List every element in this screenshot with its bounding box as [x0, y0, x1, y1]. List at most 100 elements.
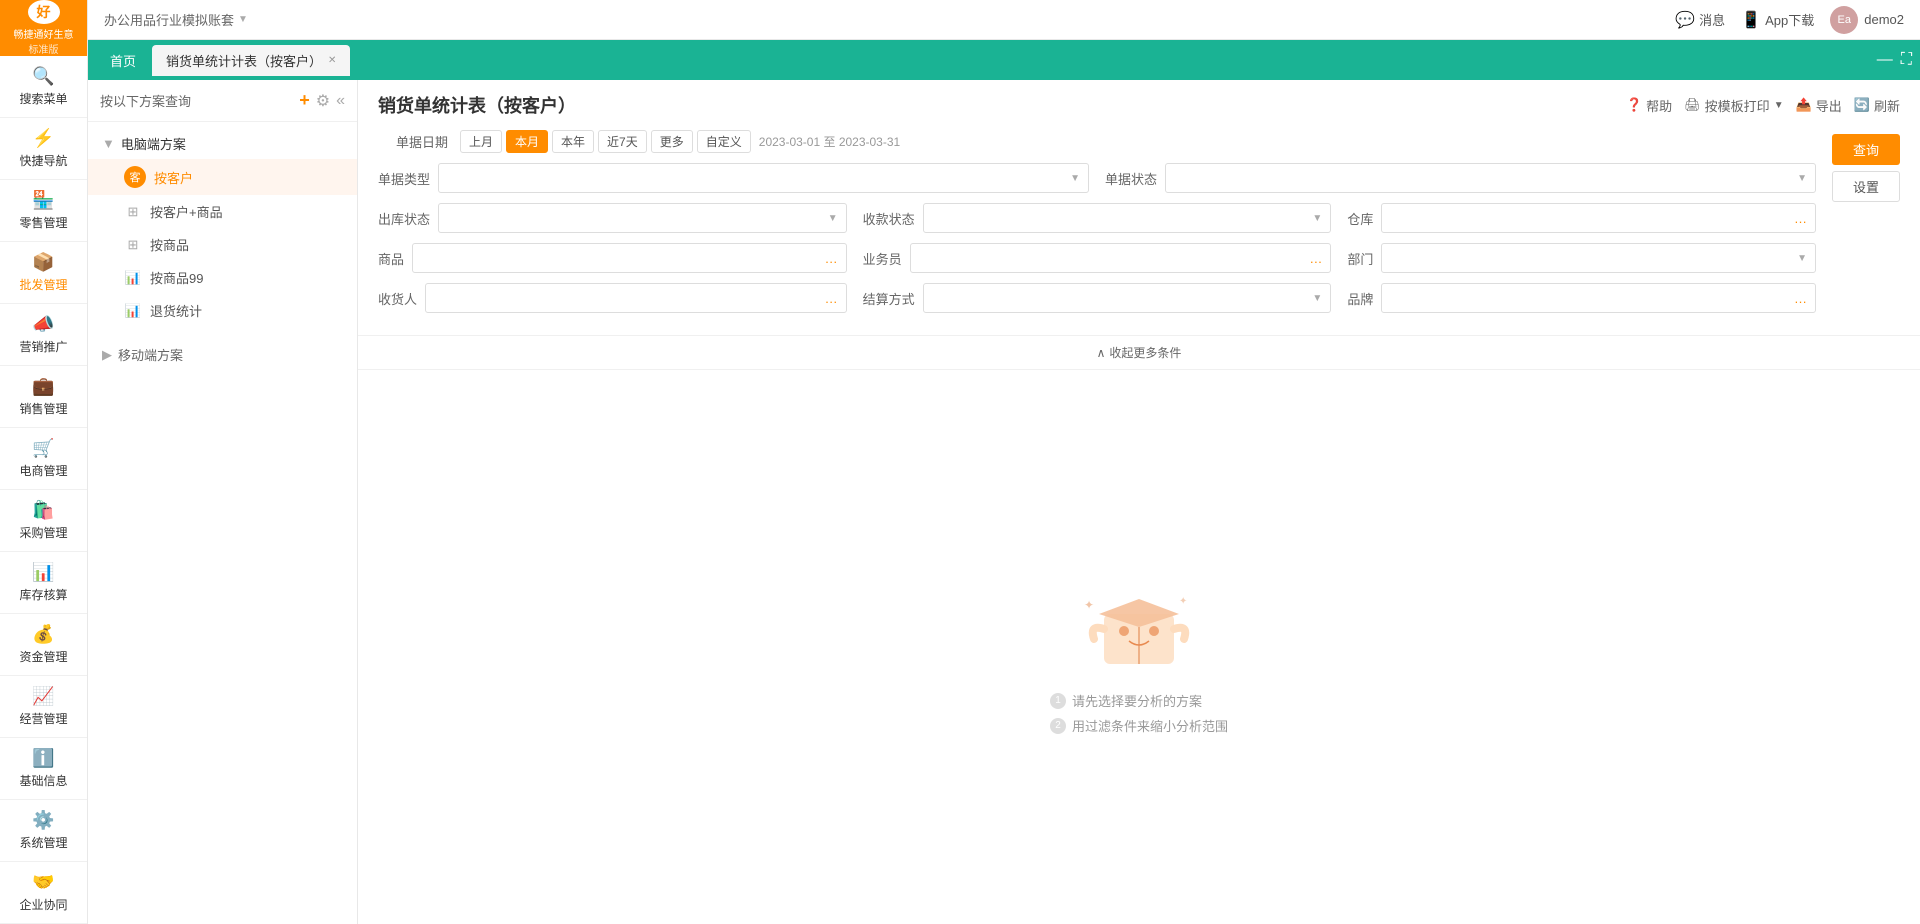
doc-status-field: 单据状态 ▼: [1105, 163, 1816, 193]
account-selector[interactable]: 办公用品行业模拟账套 ▼: [104, 10, 248, 29]
logo-icon: 好: [28, 0, 60, 24]
query-buttons: 查询 设置: [1832, 130, 1900, 202]
tab-home[interactable]: 首页: [96, 45, 150, 76]
export-icon: 📤: [1796, 97, 1812, 113]
product-label: 商品: [378, 249, 404, 268]
sidebar-item-wholesale[interactable]: 📦 批发管理: [0, 242, 87, 304]
doc-type-chevron: ▼: [1070, 173, 1080, 184]
tab-sales-stat[interactable]: 销货单统计计表（按客户） ✕: [152, 45, 350, 76]
topbar-left: 办公用品行业模拟账套 ▼: [104, 10, 248, 29]
brand-label: 品牌: [1347, 289, 1373, 308]
tab-maximize-icon[interactable]: ⛶: [1901, 51, 1912, 69]
mobile-scheme-label: 移动端方案: [118, 345, 183, 364]
help-action[interactable]: ❓ 帮助: [1626, 96, 1672, 115]
refresh-action[interactable]: 🔄 刷新: [1854, 96, 1900, 115]
pc-scheme-parent[interactable]: ▼ 电脑端方案: [88, 128, 357, 159]
receive-status-field: 收款状态 ▼: [863, 203, 1332, 233]
btn-last-month[interactable]: 上月: [460, 130, 502, 153]
messages-btn[interactable]: 💬 消息: [1675, 10, 1725, 30]
sidebar-item-inventory[interactable]: 📊 库存核算: [0, 552, 87, 614]
btn-this-month[interactable]: 本月: [506, 130, 548, 153]
product-dots: …: [825, 251, 838, 266]
pc-scheme-section: ▼ 电脑端方案 客 按客户 ⊞ 按客户+商品 ⊞ 按商品 📊 按商品99: [88, 122, 357, 333]
settings-scheme-icon[interactable]: ⚙: [316, 91, 330, 111]
collapse-panel-icon[interactable]: «: [336, 92, 345, 110]
topbar-right: 💬 消息 📱 App下载 Ea demo2: [1675, 6, 1904, 34]
department-select[interactable]: ▼: [1381, 243, 1816, 273]
sidebar-item-retail[interactable]: 🏪 零售管理: [0, 180, 87, 242]
receive-status-select[interactable]: ▼: [923, 203, 1332, 233]
collapse-label: 收起更多条件: [1109, 344, 1181, 361]
print-icon: 🖨: [1684, 97, 1701, 113]
topbar: 办公用品行业模拟账套 ▼ 💬 消息 📱 App下载 Ea demo2: [88, 0, 1920, 40]
sidebar-item-ecommerce[interactable]: 🛒 电商管理: [0, 428, 87, 490]
export-action[interactable]: 📤 导出: [1796, 96, 1842, 115]
messages-label: 消息: [1699, 10, 1725, 29]
sidebar-item-retail-label: 零售管理: [19, 214, 67, 231]
sidebar-item-sales[interactable]: 💼 销售管理: [0, 366, 87, 428]
sidebar-item-basic-label: 基础信息: [19, 772, 67, 789]
scheme-by-product[interactable]: ⊞ 按商品: [88, 228, 357, 261]
btn-last7days[interactable]: 近7天: [598, 130, 647, 153]
sidebar-item-finance[interactable]: 💰 资金管理: [0, 614, 87, 676]
sidebar-item-system[interactable]: ⚙️ 系统管理: [0, 800, 87, 862]
payment-select[interactable]: ▼: [923, 283, 1332, 313]
product-input[interactable]: …: [412, 243, 847, 273]
receiver-label: 收货人: [378, 289, 417, 308]
scheme-by-product99-label: 按商品99: [150, 268, 203, 287]
scheme-by-product-label: 按商品: [150, 235, 189, 254]
mobile-scheme-section: ▶ 移动端方案: [88, 333, 357, 376]
btn-more[interactable]: 更多: [651, 130, 693, 153]
scheme-by-product99[interactable]: 📊 按商品99: [88, 261, 357, 294]
ecommerce-icon: 🛒: [32, 438, 54, 459]
download-icon: 📱: [1741, 10, 1761, 30]
sidebar-item-quicknav[interactable]: ⚡ 快捷导航: [0, 118, 87, 180]
out-status-chevron: ▼: [828, 213, 838, 224]
btn-this-year[interactable]: 本年: [552, 130, 594, 153]
salesperson-field: 业务员 …: [863, 243, 1332, 273]
settings-button[interactable]: 设置: [1832, 171, 1900, 202]
message-icon: 💬: [1675, 10, 1695, 30]
basic-icon: ℹ️: [32, 748, 54, 769]
scheme-by-customer[interactable]: 客 按客户: [88, 159, 357, 195]
wholesale-icon: 📦: [32, 252, 54, 273]
left-panel-actions: + ⚙ «: [299, 90, 345, 111]
department-field: 部门 ▼: [1347, 243, 1816, 273]
sidebar-item-purchase[interactable]: 🛍️ 采购管理: [0, 490, 87, 552]
btn-custom[interactable]: 自定义: [697, 130, 751, 153]
scheme-refund-stat[interactable]: 📊 退货统计: [88, 294, 357, 327]
pc-scheme-label: 电脑端方案: [121, 134, 186, 153]
sidebar-item-wholesale-label: 批发管理: [19, 276, 67, 293]
sidebar-item-operation[interactable]: 📈 经营管理: [0, 676, 87, 738]
out-status-select[interactable]: ▼: [438, 203, 847, 233]
tab-close-icon[interactable]: ✕: [328, 55, 336, 66]
brand-field: 品牌 …: [1347, 283, 1816, 313]
sidebar-item-search[interactable]: 🔍 搜索菜单: [0, 56, 87, 118]
query-button[interactable]: 查询: [1832, 134, 1900, 165]
sidebar-item-enterprise[interactable]: 🤝 企业协同: [0, 862, 87, 924]
sidebar-item-marketing[interactable]: 📣 营销推广: [0, 304, 87, 366]
collapse-bar[interactable]: ∧ 收起更多条件: [358, 336, 1920, 370]
user-profile[interactable]: Ea demo2: [1830, 6, 1904, 34]
warehouse-select[interactable]: …: [1381, 203, 1816, 233]
mobile-scheme-parent[interactable]: ▶ 移动端方案: [88, 339, 357, 370]
avatar-text: Ea: [1838, 14, 1851, 26]
main-area: 办公用品行业模拟账套 ▼ 💬 消息 📱 App下载 Ea demo2 首页: [88, 0, 1920, 924]
sidebar-item-operation-label: 经营管理: [19, 710, 67, 727]
customer-product-icon: ⊞: [124, 203, 142, 221]
brand-input[interactable]: …: [1381, 283, 1816, 313]
tab-minimize-icon[interactable]: —: [1877, 51, 1893, 69]
salesperson-input[interactable]: …: [910, 243, 1332, 273]
scheme-by-customer-product[interactable]: ⊞ 按客户+商品: [88, 195, 357, 228]
template-print-action[interactable]: 🖨 按模板打印 ▼: [1684, 96, 1783, 115]
mobile-expand-icon: ▶: [102, 347, 112, 363]
receiver-input[interactable]: …: [425, 283, 847, 313]
app-logo: 好 畅捷通好生意 标准版: [0, 0, 88, 56]
doc-type-select[interactable]: ▼: [438, 163, 1089, 193]
app-download-btn[interactable]: 📱 App下载: [1741, 10, 1814, 30]
add-scheme-icon[interactable]: +: [299, 90, 310, 111]
doc-status-select[interactable]: ▼: [1165, 163, 1816, 193]
purchase-icon: 🛍️: [32, 500, 54, 521]
tab-home-label: 首页: [110, 51, 136, 70]
sidebar-item-basic[interactable]: ℹ️ 基础信息: [0, 738, 87, 800]
